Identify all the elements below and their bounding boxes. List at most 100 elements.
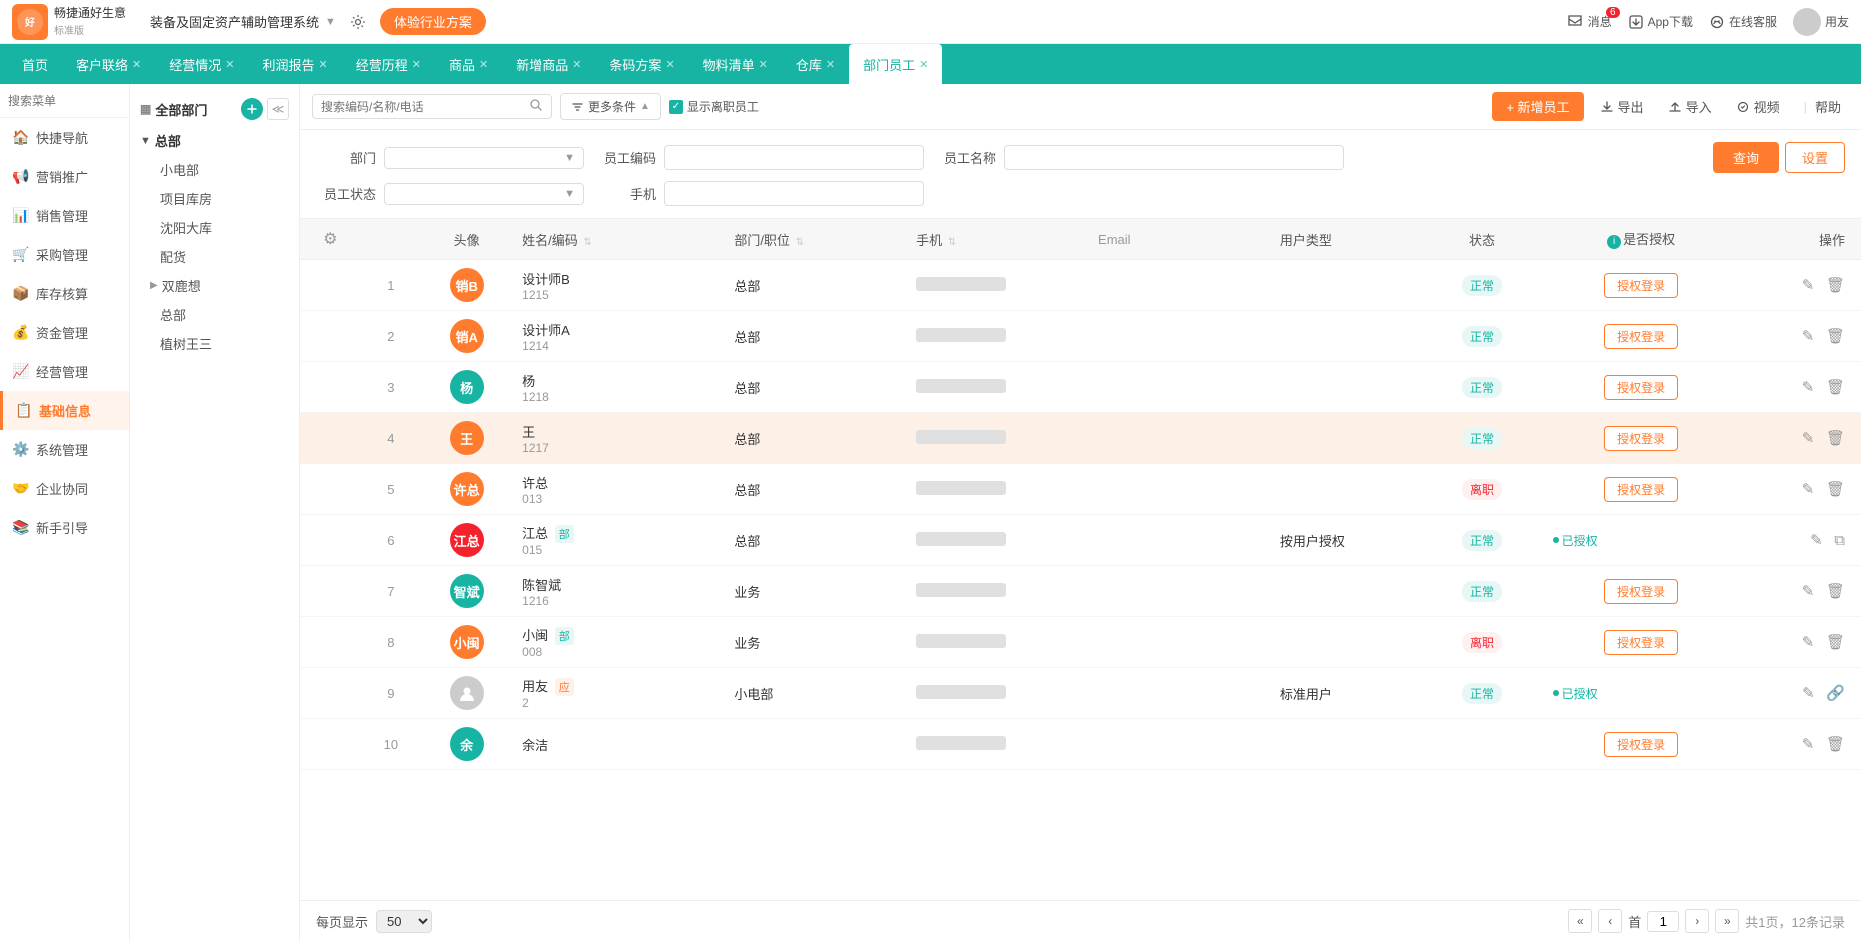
tree-node-hq[interactable]: 总部	[130, 300, 299, 329]
query-button[interactable]: 查询	[1713, 142, 1779, 173]
nav-tab-profit-close[interactable]: ✕	[319, 58, 328, 71]
dept-select[interactable]: ▼	[384, 147, 584, 169]
sidebar-item-sales[interactable]: 📊 销售管理	[0, 196, 129, 235]
sidebar-item-shortcut[interactable]: 🏠 快捷导航	[0, 118, 129, 157]
nav-tab-bom-close[interactable]: ✕	[759, 58, 768, 71]
system-title-arrow[interactable]: ▼	[325, 16, 336, 28]
next-page-btn[interactable]: ›	[1685, 909, 1709, 933]
import-btn[interactable]: 导入	[1660, 93, 1720, 120]
nav-tab-history[interactable]: 经营历程 ✕	[342, 44, 435, 84]
delete-icon[interactable]: 🗑	[1826, 379, 1845, 396]
delete-icon[interactable]: 🗑	[1826, 328, 1845, 345]
sidebar-item-collab[interactable]: 🤝 企业协同	[0, 469, 129, 508]
page-number-input[interactable]	[1647, 911, 1679, 932]
delete-icon[interactable]: 🗑	[1826, 481, 1845, 498]
nav-tab-addgoods[interactable]: 新增商品 ✕	[502, 44, 595, 84]
edit-icon[interactable]: ✎	[1802, 481, 1815, 498]
tree-node-zhishu[interactable]: 植树王三	[130, 329, 299, 358]
tree-header-label[interactable]: ▦ 全部部门	[140, 100, 207, 119]
auth-button[interactable]: 授权登录	[1604, 375, 1678, 400]
more-filter-btn[interactable]: 更多条件 ▲	[560, 93, 661, 120]
first-page-btn[interactable]: «	[1568, 909, 1592, 933]
online-service-item[interactable]: 在线客服	[1709, 13, 1777, 30]
edit-icon[interactable]: ✎	[1802, 277, 1815, 294]
edit-icon[interactable]: ✎	[1802, 634, 1815, 651]
nav-tab-employees-close[interactable]: ✕	[919, 58, 928, 71]
nav-tab-goods-close[interactable]: ✕	[479, 58, 488, 71]
phone-input[interactable]	[664, 181, 924, 206]
tree-collapse-btn[interactable]: ≪	[267, 98, 289, 120]
user-menu[interactable]: 用友	[1793, 8, 1849, 36]
nav-tab-operation-close[interactable]: ✕	[225, 58, 234, 71]
show-dimission-wrap[interactable]: ✓ 显示离职员工	[669, 98, 759, 115]
edit-icon[interactable]: ✎	[1810, 532, 1823, 549]
emp-status-select[interactable]: ▼	[384, 183, 584, 205]
nav-tab-customer-close[interactable]: ✕	[132, 58, 141, 71]
edit-icon[interactable]: ✎	[1802, 430, 1815, 447]
tree-node-shuanglu[interactable]: ▶ 双鹿想	[130, 271, 299, 300]
delete-icon[interactable]: 🗑	[1826, 430, 1845, 447]
auth-button[interactable]: 授权登录	[1604, 732, 1678, 757]
nav-tab-bom[interactable]: 物料清单 ✕	[689, 44, 782, 84]
link-icon[interactable]: 🔗	[1826, 685, 1845, 702]
export-btn[interactable]: 导出	[1592, 93, 1652, 120]
nav-tab-home[interactable]: 首页	[8, 44, 62, 84]
tree-add-btn[interactable]	[241, 98, 263, 120]
message-item[interactable]: 消息 6	[1566, 13, 1612, 31]
nav-tab-operation[interactable]: 经营情况 ✕	[155, 44, 248, 84]
nav-tab-customer[interactable]: 客户联络 ✕	[62, 44, 155, 84]
nav-tab-goods[interactable]: 商品 ✕	[435, 44, 502, 84]
sidebar-search-input[interactable]	[8, 94, 130, 108]
last-page-btn[interactable]: »	[1715, 909, 1739, 933]
nav-tab-barcode-close[interactable]: ✕	[665, 58, 674, 71]
auth-button[interactable]: 授权登录	[1604, 426, 1678, 451]
sidebar-item-system[interactable]: ⚙️ 系统管理	[0, 430, 129, 469]
add-employee-button[interactable]: + 新增员工	[1492, 92, 1583, 121]
help-btn[interactable]: | 帮助	[1796, 93, 1849, 120]
nav-tab-history-close[interactable]: ✕	[412, 58, 421, 71]
tree-node-distribution[interactable]: 配货	[130, 242, 299, 271]
trial-button[interactable]: 体验行业方案	[380, 8, 486, 35]
edit-icon[interactable]: ✎	[1802, 583, 1815, 600]
copy-icon[interactable]: ⧉	[1834, 532, 1845, 549]
delete-icon[interactable]: 🗑	[1826, 583, 1845, 600]
auth-button[interactable]: 授权登录	[1604, 630, 1678, 655]
delete-icon[interactable]: 🗑	[1826, 736, 1845, 753]
sidebar-item-guide[interactable]: 📚 新手引导	[0, 508, 129, 547]
name-sort-icon[interactable]: ⇅	[583, 237, 591, 248]
nav-tab-profit[interactable]: 利润报告 ✕	[248, 44, 341, 84]
emp-name-input[interactable]	[1004, 145, 1344, 170]
phone-sort-icon[interactable]: ⇅	[948, 237, 956, 248]
dept-sort-icon[interactable]: ⇅	[796, 237, 804, 248]
edit-icon[interactable]: ✎	[1802, 685, 1815, 702]
sidebar-item-inventory[interactable]: 📦 库存核算	[0, 274, 129, 313]
sidebar-item-finance[interactable]: 💰 资金管理	[0, 313, 129, 352]
edit-icon[interactable]: ✎	[1802, 379, 1815, 396]
sidebar-item-marketing[interactable]: 📢 营销推广	[0, 157, 129, 196]
tree-node-parent-root[interactable]: ▼ 总部	[130, 126, 299, 155]
settings-icon[interactable]: ⚙	[323, 231, 337, 248]
gear-button[interactable]	[344, 8, 372, 36]
tree-node-shenyang[interactable]: 沈阳大库	[130, 213, 299, 242]
auth-button[interactable]: 授权登录	[1604, 324, 1678, 349]
nav-tab-addgoods-close[interactable]: ✕	[572, 58, 581, 71]
nav-tab-warehouse-close[interactable]: ✕	[826, 58, 835, 71]
per-page-select[interactable]: 50 20 100	[376, 910, 432, 933]
tree-node-small-elec[interactable]: 小电部	[130, 155, 299, 184]
auth-button[interactable]: 授权登录	[1604, 579, 1678, 604]
set-button[interactable]: 设置	[1785, 142, 1845, 173]
edit-icon[interactable]: ✎	[1802, 328, 1815, 345]
search-input[interactable]	[321, 100, 525, 114]
view-btn[interactable]: 视频	[1728, 93, 1788, 120]
prev-page-btn[interactable]: ‹	[1598, 909, 1622, 933]
app-download-item[interactable]: App下载	[1628, 13, 1693, 30]
sidebar-item-purchase[interactable]: 🛒 采购管理	[0, 235, 129, 274]
sidebar-item-basic[interactable]: 📋 基础信息	[0, 391, 129, 430]
tree-node-project-store[interactable]: 项目库房	[130, 184, 299, 213]
nav-tab-warehouse[interactable]: 仓库 ✕	[782, 44, 849, 84]
auth-button[interactable]: 授权登录	[1604, 477, 1678, 502]
emp-code-input[interactable]	[664, 145, 924, 170]
delete-icon[interactable]: 🗑	[1826, 277, 1845, 294]
edit-icon[interactable]: ✎	[1802, 736, 1815, 753]
sidebar-item-mgmt[interactable]: 📈 经营管理	[0, 352, 129, 391]
